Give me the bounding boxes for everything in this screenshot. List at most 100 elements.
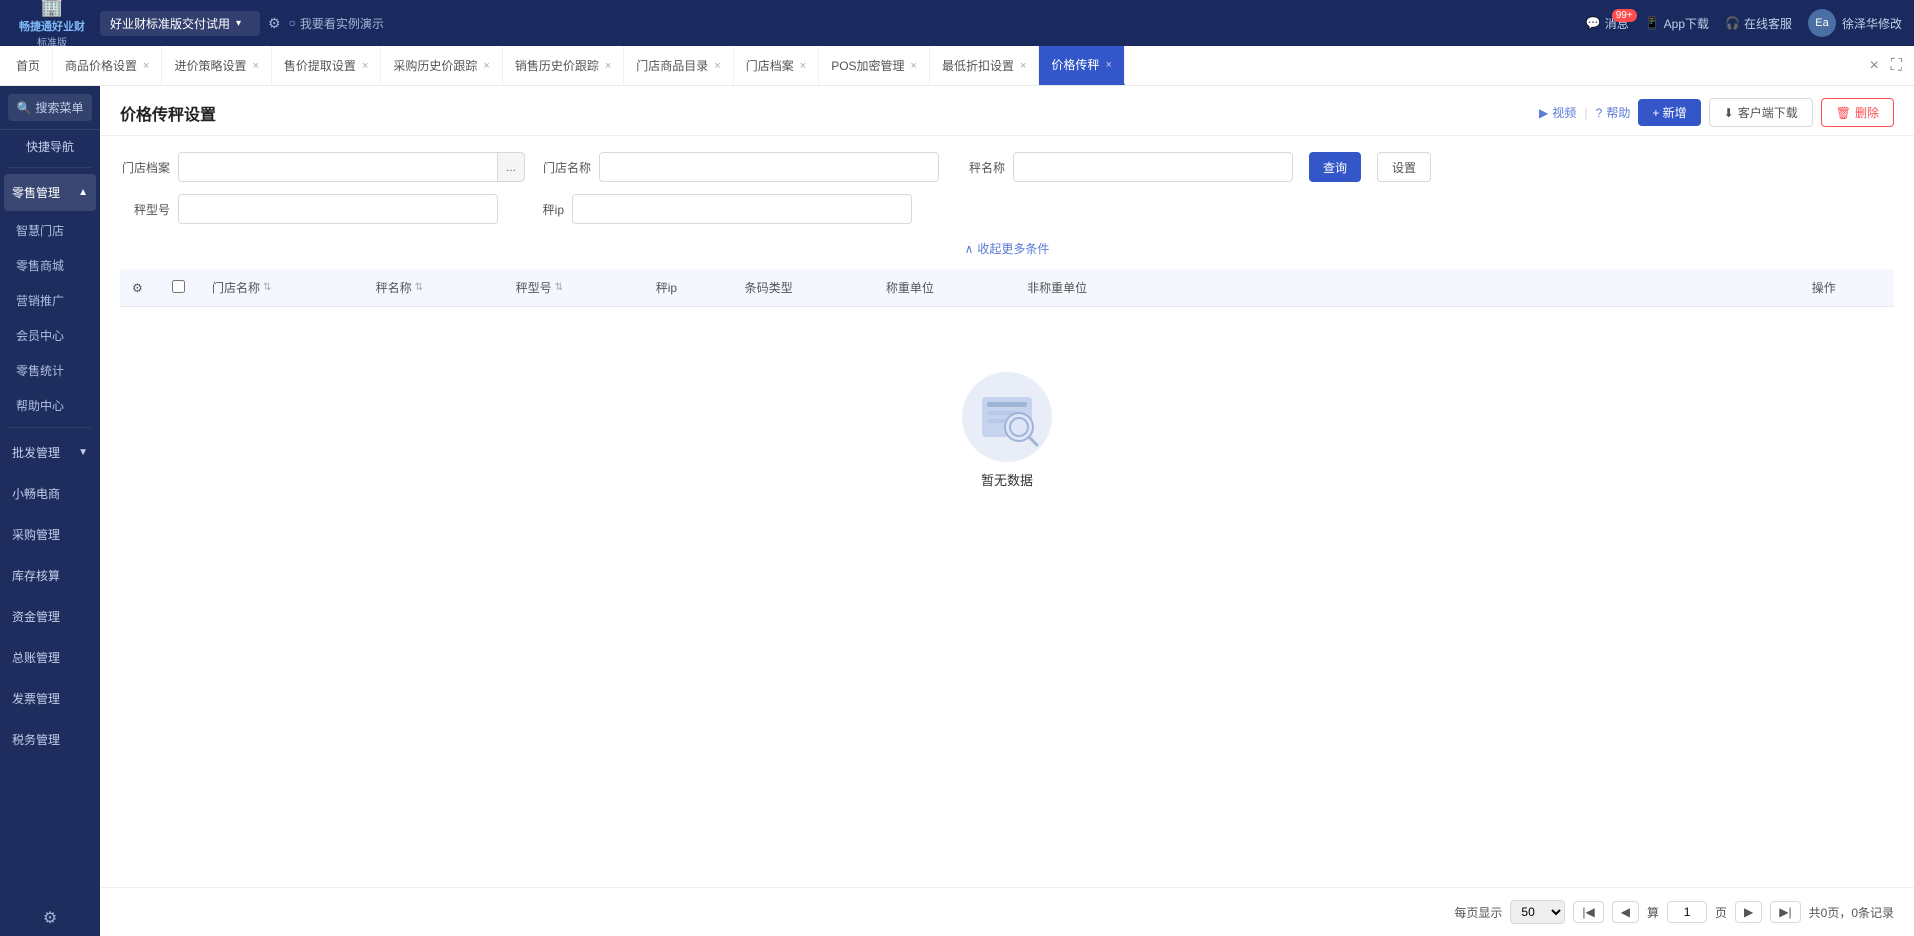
empty-state: 暂无数据	[120, 307, 1894, 549]
sidebar-item-help-center[interactable]: 帮助中心	[4, 389, 96, 422]
sidebar-item-inventory[interactable]: 库存核算	[4, 557, 96, 594]
page-title: 价格传秤设置	[120, 101, 216, 125]
sidebar-item-retail-stats[interactable]: 零售统计	[4, 354, 96, 387]
tab-close-sales-history[interactable]: ×	[605, 60, 611, 72]
tab-price-transfer[interactable]: 价格传秤 ×	[1039, 46, 1124, 85]
settings-icon[interactable]: ⚙	[132, 281, 143, 295]
video-label: 视频	[1552, 104, 1576, 121]
tab-close-sale-price[interactable]: ×	[362, 60, 368, 72]
store-file-dots-button[interactable]: ...	[498, 152, 525, 182]
tab-goods-price[interactable]: 商品价格设置 ×	[53, 46, 162, 85]
tab-min-discount[interactable]: 最低折扣设置 ×	[930, 46, 1039, 85]
last-page-button[interactable]: ▶|	[1770, 901, 1800, 923]
tab-pos-encrypt[interactable]: POS加密管理 ×	[819, 46, 930, 85]
sidebar-item-retail-mall[interactable]: 零售商城	[4, 249, 96, 282]
sidebar-search-area: 🔍 搜索菜单	[0, 86, 100, 130]
search-icon: 🔍	[17, 101, 32, 115]
tab-fullscreen-button[interactable]: ⛶	[1887, 57, 1906, 75]
video-icon: ▶	[1539, 106, 1548, 120]
messages-button[interactable]: 💬 消息 99+	[1586, 15, 1629, 32]
sidebar-item-ledger[interactable]: 总账管理	[4, 639, 96, 676]
sidebar-item-smart-store[interactable]: 智慧门店	[4, 214, 96, 247]
tab-close-store-catalog[interactable]: ×	[714, 60, 720, 72]
video-link[interactable]: ▶ 视频	[1539, 104, 1576, 121]
help-link[interactable]: ? 帮助	[1596, 104, 1631, 121]
user-menu-button[interactable]: Ea 徐泽华修改	[1808, 9, 1902, 37]
sidebar-item-ecommerce[interactable]: 小畅电商	[4, 475, 96, 512]
tab-store-catalog-label: 门店商品目录	[636, 57, 708, 74]
sidebar-item-finance[interactable]: 资金管理	[4, 598, 96, 635]
scale-ip-input[interactable]	[572, 194, 912, 224]
add-button[interactable]: + 新增	[1638, 99, 1700, 126]
sidebar-item-tax-label: 税务管理	[12, 731, 60, 748]
sidebar-item-tax[interactable]: 税务管理	[4, 721, 96, 758]
product-selector[interactable]: 好业财标准版交付试用 ▾	[100, 11, 260, 36]
sort-scale-model[interactable]: 秤型号 ⇅	[516, 279, 632, 296]
store-name-input[interactable]	[599, 152, 939, 182]
sidebar-quick-nav-button[interactable]: 快捷导航	[0, 130, 100, 163]
sidebar-item-retail-mgmt[interactable]: 零售管理 ▲	[4, 174, 96, 211]
th-checkbox	[160, 269, 200, 307]
app-download-button[interactable]: 📱 App下载	[1645, 15, 1709, 32]
sidebar-item-marketing[interactable]: 营销推广	[4, 284, 96, 317]
delete-icon: 🗑	[1836, 106, 1851, 120]
store-file-input[interactable]	[178, 152, 498, 182]
sidebar-item-invoice-label: 发票管理	[12, 690, 60, 707]
tab-close-all-button[interactable]: ×	[1865, 57, 1882, 75]
tab-close-store-file[interactable]: ×	[800, 60, 806, 72]
tab-close-min-discount[interactable]: ×	[1020, 60, 1026, 72]
sort-icon-scale-name: ⇅	[415, 282, 423, 293]
tab-close-cost-strategy[interactable]: ×	[252, 60, 258, 72]
tab-sale-price[interactable]: 售价提取设置 ×	[272, 46, 381, 85]
th-barcode-type-label: 条码类型	[745, 281, 793, 295]
th-operation: 操作	[1800, 269, 1894, 307]
download-button[interactable]: ⬇ 客户端下载	[1709, 98, 1813, 127]
first-page-button[interactable]: |◀	[1573, 901, 1603, 923]
sidebar-search-button[interactable]: 🔍 搜索菜单	[8, 94, 92, 121]
next-page-button[interactable]: ▶	[1735, 901, 1762, 923]
tab-cost-strategy[interactable]: 进价策略设置 ×	[162, 46, 271, 85]
delete-button[interactable]: 🗑 删除	[1821, 98, 1894, 127]
search-form: 门店档案 ... 门店名称 秤名称 查询	[100, 136, 1914, 269]
select-all-checkbox[interactable]	[172, 280, 185, 293]
tab-sales-history[interactable]: 销售历史价跟踪 ×	[503, 46, 624, 85]
chevron-up-icon: ▲	[78, 187, 88, 198]
settings-query-button[interactable]: 设置	[1377, 152, 1431, 182]
sidebar-item-invoice[interactable]: 发票管理	[4, 680, 96, 717]
sort-scale-name[interactable]: 秤名称 ⇅	[376, 279, 492, 296]
scale-name-input[interactable]	[1013, 152, 1293, 182]
collapse-button[interactable]: ∧ 收起更多条件	[965, 240, 1050, 257]
tab-close-goods-price[interactable]: ×	[143, 60, 149, 72]
search-row-2: 秤型号 秤ip	[120, 194, 1894, 224]
query-button[interactable]: 查询	[1309, 152, 1361, 182]
page-input[interactable]	[1667, 901, 1707, 923]
tab-store-file[interactable]: 门店档案 ×	[734, 46, 819, 85]
scale-model-input[interactable]	[178, 194, 498, 224]
tab-sales-history-label: 销售历史价跟踪	[515, 57, 599, 74]
th-scale-ip: 秤ip	[644, 269, 733, 307]
logo-icon: 🏢	[41, 0, 63, 18]
tab-store-catalog[interactable]: 门店商品目录 ×	[624, 46, 733, 85]
sidebar-settings-button[interactable]: ⚙	[43, 908, 57, 928]
tab-purchase-history[interactable]: 采购历史价跟踪 ×	[381, 46, 502, 85]
demo-button[interactable]: ○ 我要看实例演示	[289, 15, 384, 32]
form-group-scale-ip: 秤ip	[514, 194, 912, 224]
sidebar-item-member-center[interactable]: 会员中心	[4, 319, 96, 352]
online-service-button[interactable]: 🎧 在线客服	[1725, 15, 1792, 32]
main-layout: 🔍 搜索菜单 快捷导航 零售管理 ▲ 智慧门店 零售商城 营销推广 会员中心 零…	[0, 86, 1914, 936]
tab-close-price-transfer[interactable]: ×	[1105, 59, 1111, 71]
prev-page-button[interactable]: ◀	[1612, 901, 1639, 923]
topbar-settings-button[interactable]: ⚙	[268, 15, 281, 32]
tab-home[interactable]: 首页	[4, 46, 53, 85]
table-container: ⚙ 门店名称 ⇅ 秤名称	[100, 269, 1914, 887]
sort-store-name[interactable]: 门店名称 ⇅	[212, 279, 352, 296]
tab-cost-strategy-label: 进价策略设置	[174, 57, 246, 74]
collapse-up-icon: ∧	[965, 242, 974, 256]
sidebar-item-finance-label: 资金管理	[12, 608, 60, 625]
sidebar-item-wholesale-mgmt[interactable]: 批发管理 ▼	[4, 434, 96, 471]
tab-close-purchase-history[interactable]: ×	[483, 60, 489, 72]
sidebar-quick-nav-label: 快捷导航	[26, 138, 74, 155]
per-page-select[interactable]: 50 10 20 100	[1510, 900, 1565, 924]
sidebar-item-purchase-mgmt[interactable]: 采购管理	[4, 516, 96, 553]
tab-close-pos-encrypt[interactable]: ×	[911, 60, 917, 72]
